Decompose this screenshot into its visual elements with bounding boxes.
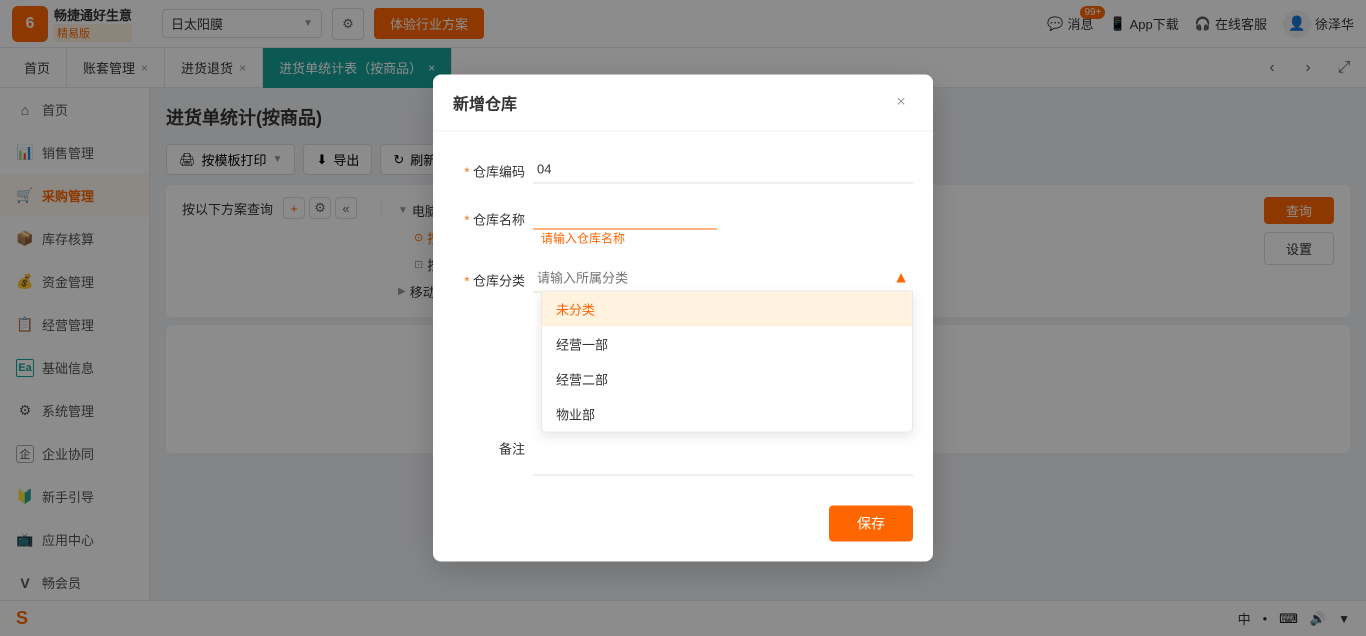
dropdown-item-2[interactable]: 经营二部 — [542, 362, 912, 397]
warehouse-category-select-wrapper: ▲ — [533, 265, 913, 293]
warehouse-category-input[interactable] — [533, 265, 913, 293]
dropdown-item-1[interactable]: 经营一部 — [542, 327, 912, 362]
warehouse-name-row: 仓库名称 请输入仓库名称 — [453, 202, 913, 247]
warehouse-code-row: 仓库编码 — [453, 156, 913, 184]
warehouse-name-error-wrapper: 请输入仓库名称 — [453, 230, 625, 247]
warehouse-category-arrow[interactable]: ▲ — [893, 270, 909, 288]
modal-body: 仓库编码 仓库名称 请输入仓库名称 仓库分类 ▲ 未分类 经营一部 — [433, 132, 933, 476]
warehouse-category-row: 仓库分类 ▲ 未分类 经营一部 经营二部 物业部 — [453, 265, 913, 293]
modal-header: 新增仓库 × — [433, 75, 933, 132]
warehouse-name-label: 仓库名称 — [453, 203, 533, 228]
warehouse-name-error: 请输入仓库名称 — [541, 232, 625, 246]
dropdown-item-3[interactable]: 物业部 — [542, 397, 912, 432]
warehouse-name-input[interactable] — [533, 202, 717, 230]
warehouse-category-label: 仓库分类 — [453, 265, 533, 290]
warehouse-code-input[interactable] — [533, 156, 913, 184]
warehouse-category-dropdown: 未分类 经营一部 经营二部 物业部 — [541, 291, 913, 433]
modal-new-warehouse: 新增仓库 × 仓库编码 仓库名称 请输入仓库名称 仓库分类 ▲ — [433, 75, 933, 562]
modal-footer: 保存 — [433, 494, 933, 562]
modal-title: 新增仓库 — [453, 91, 517, 115]
note-input[interactable] — [533, 433, 913, 476]
warehouse-name-input-row: 仓库名称 — [453, 202, 717, 230]
save-button[interactable]: 保存 — [829, 506, 913, 542]
modal-close-button[interactable]: × — [889, 91, 913, 115]
note-row: 备注 — [453, 433, 913, 476]
warehouse-code-label: 仓库编码 — [453, 156, 533, 181]
dropdown-item-0[interactable]: 未分类 — [542, 292, 912, 327]
note-label: 备注 — [453, 433, 533, 458]
